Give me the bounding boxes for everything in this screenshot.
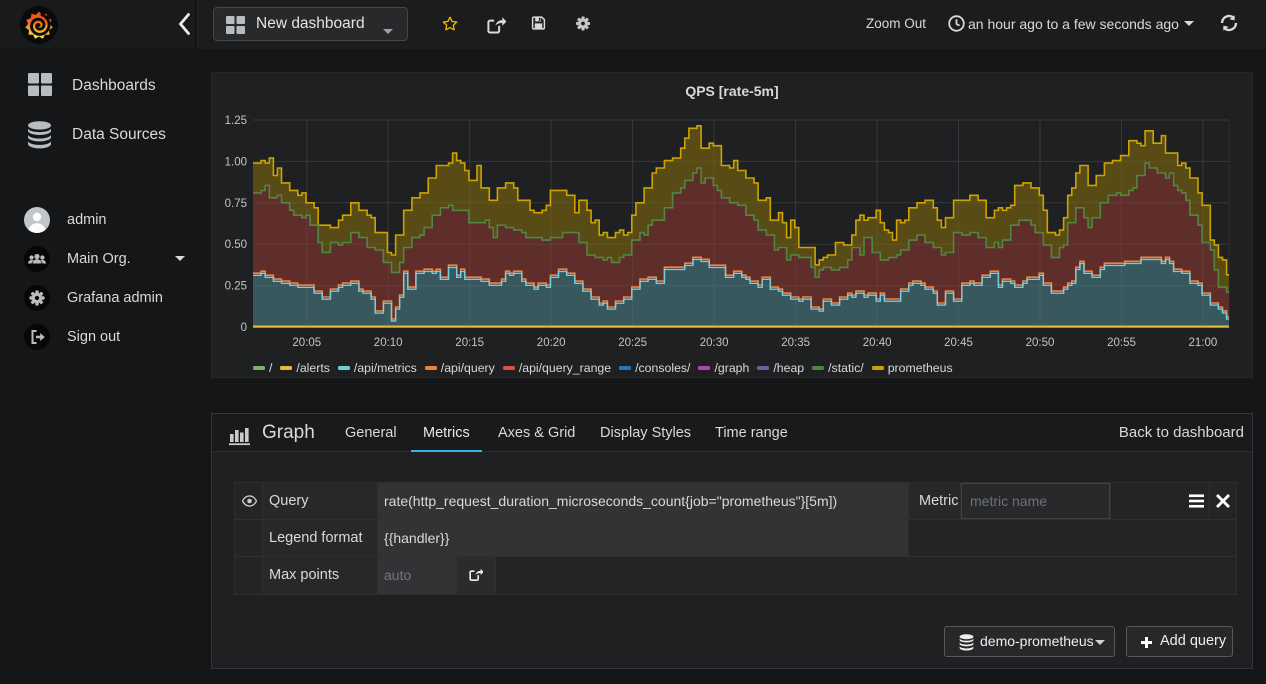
svg-text:20:15: 20:15 bbox=[455, 337, 484, 349]
svg-text:20:20: 20:20 bbox=[537, 337, 566, 349]
svg-text:21:00: 21:00 bbox=[1189, 337, 1218, 349]
svg-text:20:40: 20:40 bbox=[863, 337, 892, 349]
svg-text:20:55: 20:55 bbox=[1107, 337, 1136, 349]
svg-text:20:10: 20:10 bbox=[374, 337, 403, 349]
svg-text:20:45: 20:45 bbox=[944, 337, 973, 349]
svg-text:1.00: 1.00 bbox=[225, 156, 247, 168]
svg-text:20:50: 20:50 bbox=[1026, 337, 1055, 349]
svg-text:20:05: 20:05 bbox=[292, 337, 321, 349]
svg-text:0.25: 0.25 bbox=[225, 281, 247, 293]
svg-text:20:30: 20:30 bbox=[700, 337, 729, 349]
svg-text:0.50: 0.50 bbox=[225, 239, 247, 251]
svg-text:1.25: 1.25 bbox=[225, 115, 247, 127]
svg-text:20:35: 20:35 bbox=[781, 337, 810, 349]
svg-text:20:25: 20:25 bbox=[618, 337, 647, 349]
svg-text:0.75: 0.75 bbox=[225, 198, 247, 210]
svg-text:0: 0 bbox=[241, 322, 247, 334]
